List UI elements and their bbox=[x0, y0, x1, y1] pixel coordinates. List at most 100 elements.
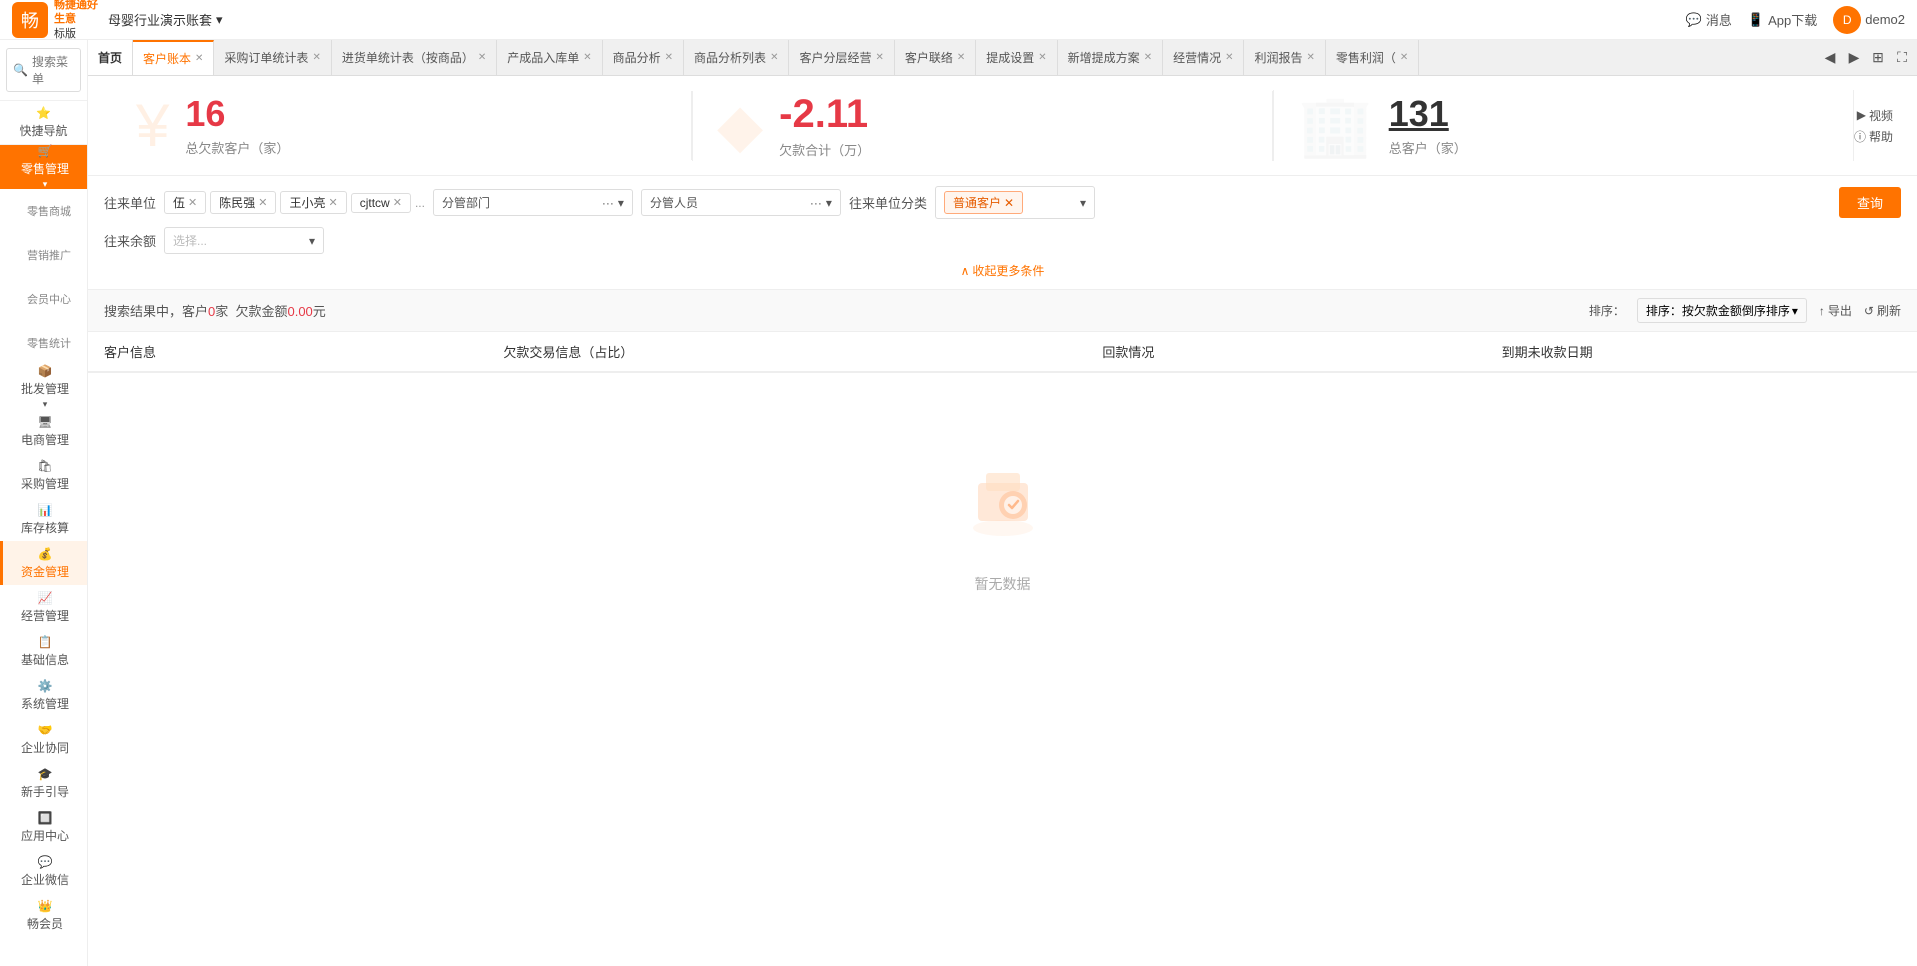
system-icon: ⚙️ bbox=[38, 679, 53, 693]
company-selector[interactable]: 母婴行业演示账套 ▾ bbox=[100, 10, 1686, 29]
unit-filter-label: 往来单位 bbox=[104, 193, 156, 212]
tab-profit-report[interactable]: 利润报告 ✕ bbox=[1244, 40, 1325, 76]
content-area: 首页 客户账本 ✕ 采购订单统计表 ✕ 进货单统计表（按商品） ✕ 产成品入库单… bbox=[88, 40, 1917, 966]
sidebar-item-apps[interactable]: 🔲 应用中心 bbox=[0, 805, 87, 849]
sidebar-item-retail-stat[interactable]: 零售统计 bbox=[0, 321, 87, 365]
sidebar-item-vip[interactable]: 👑 畅会员 bbox=[0, 893, 87, 937]
tag-wu: 伍 ✕ bbox=[164, 191, 206, 214]
more-tags-btn[interactable]: ... bbox=[415, 196, 425, 210]
balance-select[interactable]: 选择... ▾ bbox=[164, 227, 324, 254]
search-menu-btn[interactable]: 🔍 搜索菜单 bbox=[6, 48, 81, 92]
tab-close-bs[interactable]: ✕ bbox=[1225, 52, 1233, 63]
tab-close-customer[interactable]: ✕ bbox=[195, 53, 203, 64]
messages-btn[interactable]: 💬 消息 bbox=[1686, 10, 1732, 29]
remove-wang-btn[interactable]: ✕ bbox=[329, 196, 338, 209]
dept-select[interactable]: 分管部门 ··· ▾ bbox=[433, 189, 633, 216]
tab-close-ns[interactable]: ✕ bbox=[1144, 52, 1152, 63]
sidebar-item-retail-mall[interactable]: 零售商城 bbox=[0, 189, 87, 233]
sidebar-item-ecommerce[interactable]: 🖥 电商管理 bbox=[0, 409, 87, 453]
sidebar-item-purchase[interactable]: 🛍 采购管理 bbox=[0, 453, 87, 497]
refresh-btn[interactable]: ↺ 刷新 bbox=[1864, 302, 1901, 319]
apps-icon: 🔲 bbox=[38, 811, 53, 825]
tab-close-rp[interactable]: ✕ bbox=[1400, 52, 1408, 63]
ops-icon: 📈 bbox=[38, 591, 53, 605]
tab-prev-btn[interactable]: ◀ bbox=[1819, 47, 1841, 69]
remove-wu-btn[interactable]: ✕ bbox=[188, 196, 197, 209]
finance-icon: 💰 bbox=[38, 547, 53, 561]
basic-icon: 📋 bbox=[38, 635, 53, 649]
export-btn[interactable]: ↑ 导出 bbox=[1819, 302, 1852, 319]
tabs-nav: 首页 客户账本 ✕ 采购订单统计表 ✕ 进货单统计表（按商品） ✕ 产成品入库单… bbox=[88, 40, 1917, 76]
user-btn[interactable]: D demo2 bbox=[1833, 6, 1905, 34]
sidebar-item-basic[interactable]: 📋 基础信息 bbox=[0, 629, 87, 673]
tab-home[interactable]: 首页 bbox=[88, 40, 133, 76]
tab-close-gl[interactable]: ✕ bbox=[770, 52, 778, 63]
tab-retail-profit[interactable]: 零售利润（ ✕ bbox=[1326, 40, 1419, 76]
sidebar-item-wholesale[interactable]: 📦 批发管理 ▾ bbox=[0, 365, 87, 409]
tab-close-cc[interactable]: ✕ bbox=[957, 52, 965, 63]
sidebar-item-marketing[interactable]: 营销推广 bbox=[0, 233, 87, 277]
tab-close-pr[interactable]: ✕ bbox=[1307, 52, 1315, 63]
help-icon: ⓘ bbox=[1854, 128, 1866, 145]
help-btn[interactable]: ⓘ 帮助 bbox=[1854, 128, 1893, 145]
tab-new-scheme[interactable]: 新增提成方案 ✕ bbox=[1058, 40, 1163, 76]
table-area: 客户信息 欠款交易信息（占比） 回款情况 到期未收款日期 bbox=[88, 332, 1917, 966]
stat-bg-building: 🏢 bbox=[1298, 90, 1373, 161]
stat-bg-yuan: ¥ bbox=[136, 91, 169, 160]
tag-wang: 王小亮 ✕ bbox=[280, 191, 346, 214]
sort-label: 排序： bbox=[1589, 302, 1625, 319]
tab-expand-btn[interactable]: ⊞ bbox=[1867, 47, 1889, 69]
tab-close-purchase[interactable]: ✕ bbox=[312, 52, 320, 63]
retail-icon: 🛒 bbox=[38, 144, 53, 158]
tab-goods-list[interactable]: 商品分析列表 ✕ bbox=[684, 40, 789, 76]
sidebar-item-enterprise[interactable]: 🤝 企业协同 bbox=[0, 717, 87, 761]
sidebar-item-finance[interactable]: 💰 资金管理 bbox=[0, 541, 87, 585]
stat-actions: ▶ 视频 ⓘ 帮助 bbox=[1854, 107, 1893, 145]
remove-category-btn[interactable]: ✕ bbox=[1004, 196, 1014, 210]
col-due-date: 到期未收款日期 bbox=[1502, 342, 1901, 361]
tab-customer-layer[interactable]: 客户分层经营 ✕ bbox=[789, 40, 894, 76]
sidebar-item-system[interactable]: ⚙️ 系统管理 bbox=[0, 673, 87, 717]
sidebar-item-wechat[interactable]: 💬 企业微信 bbox=[0, 849, 87, 893]
stats-row: ¥ 16 总欠款客户（家） ◆ -2.11 欠款合计（万） bbox=[88, 76, 1917, 176]
sidebar-quick-nav[interactable]: ⭐ 快捷导航 bbox=[0, 101, 87, 145]
sidebar-item-retail[interactable]: 🛒 零售管理 ▾ bbox=[0, 145, 87, 189]
category-select[interactable]: 普通客户 ✕ ▾ bbox=[935, 186, 1095, 219]
tab-commission-setting[interactable]: 提成设置 ✕ bbox=[976, 40, 1057, 76]
tab-close-cl[interactable]: ✕ bbox=[875, 52, 883, 63]
stat-amount-label: 欠款合计（万） bbox=[779, 140, 870, 159]
sidebar-item-ops[interactable]: 📈 经营管理 bbox=[0, 585, 87, 629]
stat-total: 🏢 131 总客户（家） bbox=[1273, 90, 1854, 161]
tab-fullscreen-btn[interactable]: ⛶ bbox=[1891, 47, 1913, 69]
tab-purchase-stats[interactable]: 采购订单统计表 ✕ bbox=[214, 40, 331, 76]
sort-select[interactable]: 排序：按欠款金额倒序排序 ▾ bbox=[1637, 298, 1807, 323]
remove-cjttcw-btn[interactable]: ✕ bbox=[393, 196, 402, 209]
tab-goods-analysis[interactable]: 商品分析 ✕ bbox=[603, 40, 684, 76]
person-select[interactable]: 分管人员 ··· ▾ bbox=[641, 189, 841, 216]
sidebar-item-inventory[interactable]: 📊 库存核算 bbox=[0, 497, 87, 541]
stat-amount: ◆ -2.11 欠款合计（万） bbox=[692, 91, 1273, 161]
sidebar-item-member[interactable]: 会员中心 bbox=[0, 277, 87, 321]
tab-production[interactable]: 产成品入库单 ✕ bbox=[497, 40, 602, 76]
inventory-icon: 📊 bbox=[38, 503, 53, 517]
star-icon: ⭐ bbox=[36, 106, 51, 120]
app-download-btn[interactable]: 📱 App下载 bbox=[1748, 10, 1817, 29]
tab-close-ga[interactable]: ✕ bbox=[665, 52, 673, 63]
search-btn[interactable]: 查询 bbox=[1839, 187, 1901, 218]
tab-close-prod[interactable]: ✕ bbox=[583, 52, 591, 63]
newbie-icon: 🎓 bbox=[38, 767, 53, 781]
tab-customer-contact[interactable]: 客户联络 ✕ bbox=[895, 40, 976, 76]
tab-customer-account[interactable]: 客户账本 ✕ bbox=[133, 40, 214, 76]
video-btn[interactable]: ▶ 视频 bbox=[1857, 107, 1893, 124]
collapse-btn[interactable]: ∧ 收起更多条件 bbox=[961, 262, 1045, 279]
tab-biz-status[interactable]: 经营情况 ✕ bbox=[1163, 40, 1244, 76]
tab-next-btn[interactable]: ▶ bbox=[1843, 47, 1865, 69]
chevron-sort: ▾ bbox=[1792, 304, 1798, 318]
tab-close-cs[interactable]: ✕ bbox=[1038, 52, 1046, 63]
tab-close-goods[interactable]: ✕ bbox=[478, 52, 486, 63]
tab-goods-stat[interactable]: 进货单统计表（按商品） ✕ bbox=[332, 40, 497, 76]
sidebar-item-newbie[interactable]: 🎓 新手引导 bbox=[0, 761, 87, 805]
remove-chen-btn[interactable]: ✕ bbox=[258, 196, 267, 209]
tag-cjttcw: cjttcw ✕ bbox=[351, 193, 411, 213]
col-debt-info: 欠款交易信息（占比） bbox=[503, 342, 1102, 361]
